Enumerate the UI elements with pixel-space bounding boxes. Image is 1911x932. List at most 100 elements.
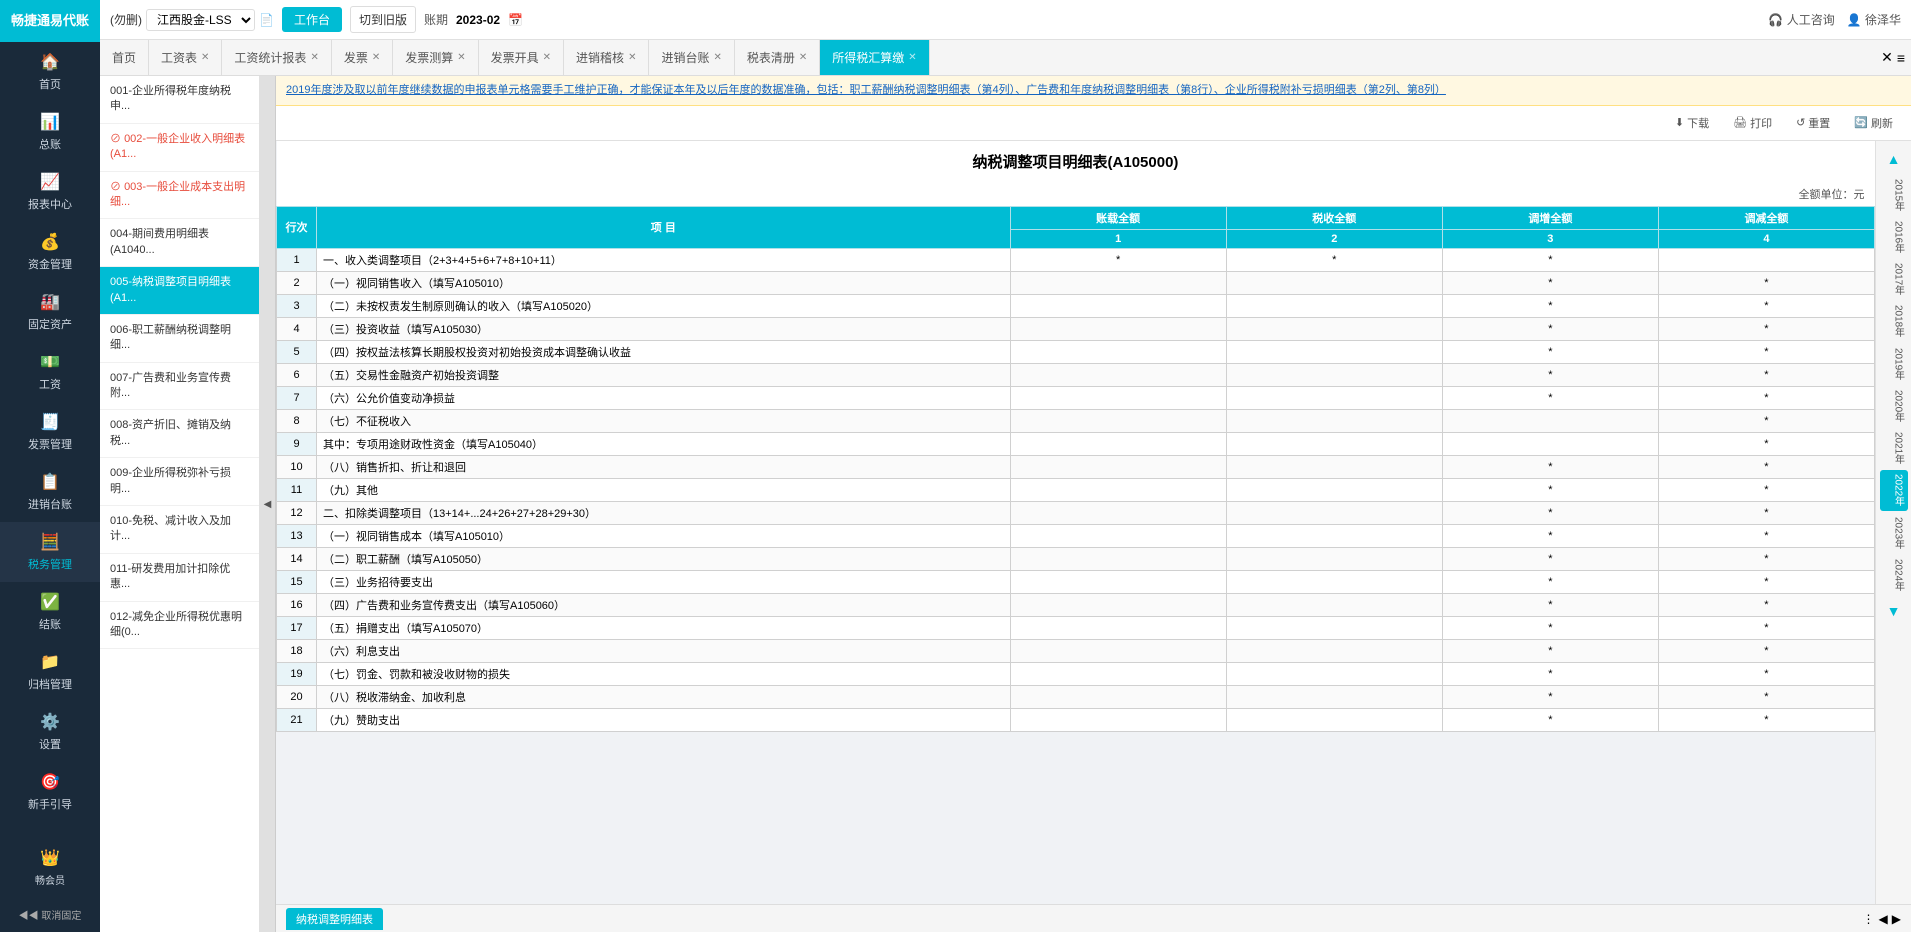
support-label[interactable]: 🎧 人工咨询 bbox=[1768, 11, 1834, 28]
tab-invoice-close[interactable]: ✕ bbox=[372, 52, 380, 63]
left-nav-item-012[interactable]: 012-减免企业所得税优惠明细(0... bbox=[100, 602, 259, 650]
switch-old-button[interactable]: 切到旧版 bbox=[350, 6, 416, 33]
cell-c4[interactable]: * bbox=[1658, 524, 1874, 547]
company-select[interactable]: 江西股金-LSS bbox=[146, 9, 255, 31]
cell-c3[interactable]: * bbox=[1442, 478, 1658, 501]
cell-c3[interactable]: * bbox=[1442, 570, 1658, 593]
cell-c2[interactable] bbox=[1226, 547, 1442, 570]
cell-c3[interactable]: * bbox=[1442, 524, 1658, 547]
tab-purchase-ledger[interactable]: 进销台账 ✕ bbox=[649, 40, 734, 76]
cell-c2[interactable] bbox=[1226, 593, 1442, 616]
tab-tax-list-close[interactable]: ✕ bbox=[799, 52, 807, 63]
left-nav-item-007[interactable]: 007-广告费和业务宣传费附... bbox=[100, 363, 259, 411]
cell-c4[interactable]: * bbox=[1658, 271, 1874, 294]
cell-c1[interactable] bbox=[1010, 501, 1226, 524]
sidebar-item-member[interactable]: 👑 畅会员 bbox=[0, 838, 100, 897]
cell-c1[interactable] bbox=[1010, 547, 1226, 570]
year-item-2020[interactable]: 2020年 bbox=[1880, 386, 1908, 426]
left-nav-item-011[interactable]: 011-研发费用加计扣除优惠... bbox=[100, 554, 259, 602]
cell-c2[interactable] bbox=[1226, 432, 1442, 455]
cell-c1[interactable] bbox=[1010, 317, 1226, 340]
cell-c4[interactable]: * bbox=[1658, 478, 1874, 501]
sidebar-item-close[interactable]: ✅ 结账 bbox=[0, 582, 100, 642]
cell-c3[interactable]: * bbox=[1442, 639, 1658, 662]
cell-c3[interactable]: * bbox=[1442, 593, 1658, 616]
copy-icon[interactable]: 📄 bbox=[259, 13, 274, 27]
cell-c3[interactable]: * bbox=[1442, 386, 1658, 409]
tab-invoice-issue-close[interactable]: ✕ bbox=[543, 52, 551, 63]
tab-invoice-calc-close[interactable]: ✕ bbox=[457, 52, 465, 63]
year-nav-up[interactable]: ▲ bbox=[1880, 145, 1908, 173]
tab-menu-icon[interactable]: ≡ bbox=[1897, 50, 1905, 66]
year-item-2024[interactable]: 2024年 bbox=[1880, 555, 1908, 595]
cell-c2[interactable] bbox=[1226, 271, 1442, 294]
refresh-button[interactable]: 🔄 刷新 bbox=[1846, 112, 1901, 134]
cell-c4[interactable]: * bbox=[1658, 685, 1874, 708]
cell-c4[interactable]: * bbox=[1658, 409, 1874, 432]
cell-c4[interactable]: * bbox=[1658, 340, 1874, 363]
cell-c2[interactable] bbox=[1226, 294, 1442, 317]
tab-payroll-stats-close[interactable]: ✕ bbox=[310, 52, 318, 63]
left-nav-item-002[interactable]: 002-一般企业收入明细表(A1... bbox=[100, 124, 259, 172]
cell-c3[interactable]: * bbox=[1442, 616, 1658, 639]
sidebar-item-tax[interactable]: 🧮 税务管理 bbox=[0, 522, 100, 582]
cancel-fixed-button[interactable]: ◀◀ 取消固定 bbox=[0, 897, 100, 932]
sidebar-item-reports[interactable]: 📈 报表中心 bbox=[0, 162, 100, 222]
download-button[interactable]: ⬇ 下载 bbox=[1667, 112, 1717, 134]
tab-audit[interactable]: 进销稽核 ✕ bbox=[564, 40, 649, 76]
cell-c2[interactable] bbox=[1226, 524, 1442, 547]
left-nav-item-003[interactable]: 003-一般企业成本支出明细... bbox=[100, 172, 259, 220]
tab-payroll-close[interactable]: ✕ bbox=[201, 52, 209, 63]
cell-c1[interactable] bbox=[1010, 363, 1226, 386]
cell-c2[interactable] bbox=[1226, 570, 1442, 593]
cell-c2[interactable] bbox=[1226, 409, 1442, 432]
year-item-2021[interactable]: 2021年 bbox=[1880, 428, 1908, 468]
cell-c4[interactable]: * bbox=[1658, 662, 1874, 685]
sidebar-item-salary[interactable]: 💵 工资 bbox=[0, 342, 100, 402]
tab-tax-list[interactable]: 税表清册 ✕ bbox=[735, 40, 820, 76]
table-wrapper[interactable]: 纳税调整项目明细表(A105000) 全额单位：元 行次 项 目 账载全额 税收… bbox=[276, 141, 1875, 905]
cell-c1[interactable] bbox=[1010, 340, 1226, 363]
calendar-icon[interactable]: 📅 bbox=[508, 13, 523, 27]
cell-c4[interactable]: * bbox=[1658, 455, 1874, 478]
reset-button[interactable]: ↺ 重置 bbox=[1788, 112, 1838, 134]
left-nav-item-009[interactable]: 009-企业所得税弥补亏损明... bbox=[100, 458, 259, 506]
cell-c4[interactable]: * bbox=[1658, 639, 1874, 662]
sidebar-item-settings[interactable]: ⚙️ 设置 bbox=[0, 702, 100, 762]
cell-c1[interactable] bbox=[1010, 271, 1226, 294]
cell-c4[interactable]: * bbox=[1658, 432, 1874, 455]
cell-c1[interactable]: * bbox=[1010, 248, 1226, 271]
tab-close-all-icon[interactable]: ✕ bbox=[1881, 49, 1893, 66]
tab-home[interactable]: 首页 bbox=[100, 40, 149, 76]
cell-c3[interactable]: * bbox=[1442, 708, 1658, 731]
cell-c2[interactable] bbox=[1226, 478, 1442, 501]
tab-payroll[interactable]: 工资表 ✕ bbox=[149, 40, 222, 76]
cell-c1[interactable] bbox=[1010, 432, 1226, 455]
cell-c4[interactable]: * bbox=[1658, 708, 1874, 731]
cell-c2[interactable] bbox=[1226, 662, 1442, 685]
sidebar-item-home[interactable]: 🏠 首页 bbox=[0, 42, 100, 102]
cell-c1[interactable] bbox=[1010, 455, 1226, 478]
cell-c1[interactable] bbox=[1010, 409, 1226, 432]
cell-c3[interactable]: * bbox=[1442, 340, 1658, 363]
year-item-2023[interactable]: 2023年 bbox=[1880, 513, 1908, 553]
cell-c3[interactable]: * bbox=[1442, 501, 1658, 524]
cell-c3[interactable]: * bbox=[1442, 363, 1658, 386]
cell-c2[interactable] bbox=[1226, 455, 1442, 478]
cell-c1[interactable] bbox=[1010, 685, 1226, 708]
cell-c3[interactable]: * bbox=[1442, 317, 1658, 340]
cell-c2[interactable] bbox=[1226, 386, 1442, 409]
cell-c2[interactable]: * bbox=[1226, 248, 1442, 271]
tab-invoice-issue[interactable]: 发票开具 ✕ bbox=[479, 40, 564, 76]
cell-c4[interactable]: * bbox=[1658, 593, 1874, 616]
cell-c2[interactable] bbox=[1226, 685, 1442, 708]
cell-c1[interactable] bbox=[1010, 294, 1226, 317]
print-button[interactable]: 🖨 打印 bbox=[1725, 112, 1780, 134]
cell-c3[interactable]: * bbox=[1442, 547, 1658, 570]
cell-c2[interactable] bbox=[1226, 340, 1442, 363]
cell-c1[interactable] bbox=[1010, 570, 1226, 593]
nav-collapse-button[interactable]: ◀ bbox=[260, 76, 276, 932]
cell-c2[interactable] bbox=[1226, 317, 1442, 340]
cell-c4[interactable]: * bbox=[1658, 547, 1874, 570]
sidebar-item-assets[interactable]: 🏭 固定资产 bbox=[0, 282, 100, 342]
